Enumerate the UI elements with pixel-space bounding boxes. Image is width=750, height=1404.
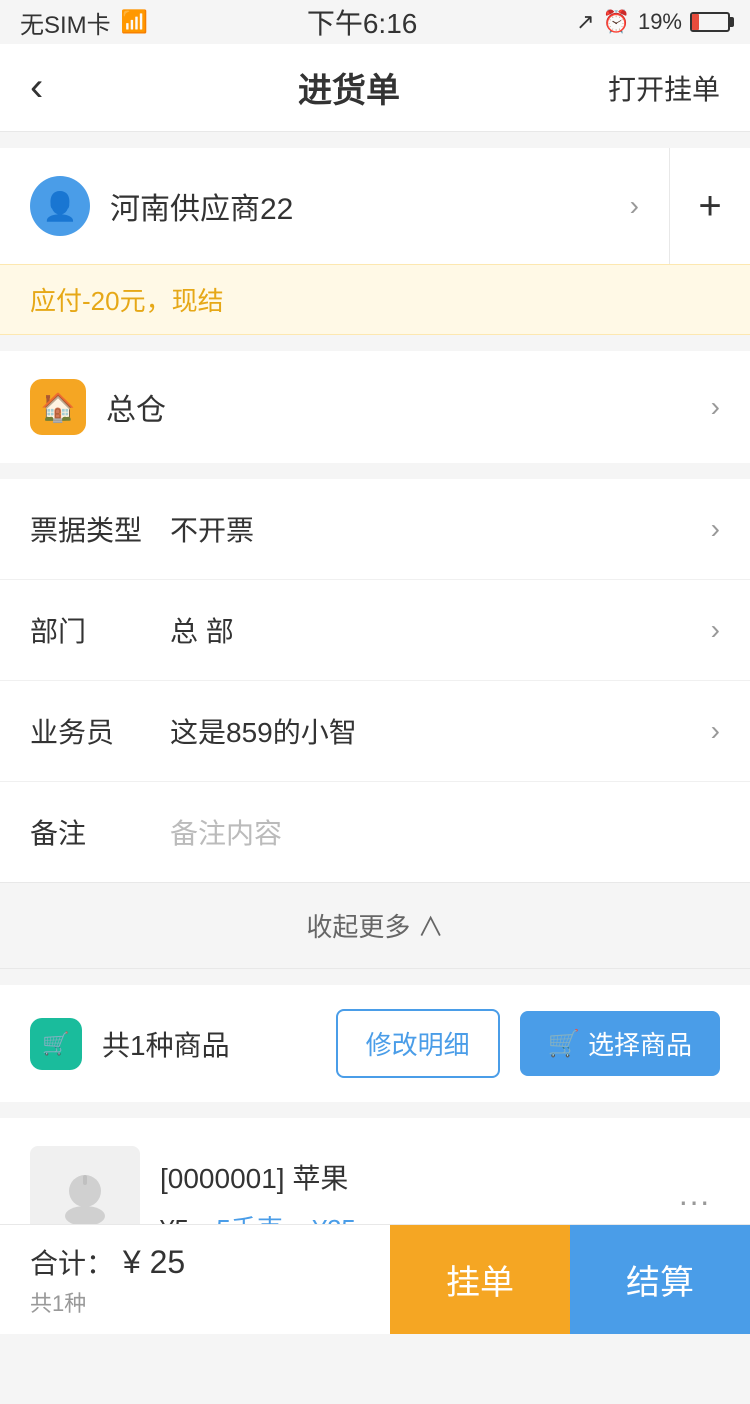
select-product-icon: 🛒 [548, 1028, 580, 1059]
alarm-icon: ⏰ [603, 9, 630, 35]
total-label: 合计： [30, 1248, 114, 1279]
warning-banner: 应付-20元，现结 [0, 264, 750, 335]
edit-detail-button[interactable]: 修改明细 [336, 1009, 500, 1078]
divider-1 [0, 132, 750, 148]
invoice-chevron-icon: › [711, 513, 720, 545]
wifi-icon: 📶 [121, 9, 148, 35]
total-value: ¥ 25 [123, 1244, 185, 1280]
checkout-button[interactable]: 结算 [570, 1225, 750, 1334]
products-count: 共1种商品 [102, 1024, 316, 1064]
salesperson-row[interactable]: 业务员 这是859的小智 › [0, 681, 750, 782]
remark-placeholder: 备注内容 [170, 812, 720, 852]
product-more-button[interactable]: ··· [668, 1173, 720, 1230]
products-header: 🛒 共1种商品 修改明细 🛒 选择商品 [0, 985, 750, 1102]
product-name: [0000001] 苹果 [160, 1157, 648, 1197]
collapse-row[interactable]: 收起更多 ∧ [0, 882, 750, 969]
dept-value: 总 部 [170, 610, 701, 650]
location-icon: ↗ [576, 9, 594, 35]
total-count: 共1种 [30, 1286, 360, 1318]
bottom-total: 合计： ¥ 25 共1种 [0, 1225, 390, 1334]
invoice-value: 不开票 [170, 509, 701, 549]
remark-row[interactable]: 备注 备注内容 [0, 782, 750, 882]
select-product-label: 选择商品 [588, 1025, 692, 1062]
supplier-avatar: 👤 [30, 176, 90, 236]
product-code: [0000001] [160, 1163, 285, 1194]
warehouse-name: 总仓 [106, 385, 701, 429]
supplier-section: 👤 河南供应商22 › + [0, 148, 750, 264]
invoice-type-row[interactable]: 票据类型 不开票 › [0, 479, 750, 580]
dept-chevron-icon: › [711, 614, 720, 646]
salesperson-label: 业务员 [30, 711, 150, 751]
status-time: 下午6:16 [307, 2, 418, 42]
select-product-button[interactable]: 🛒 选择商品 [520, 1011, 720, 1076]
status-bar: 无SIM卡 📶 下午6:16 ↗ ⏰ 19% [0, 0, 750, 44]
invoice-label: 票据类型 [30, 509, 150, 549]
page-title: 进货单 [298, 63, 400, 112]
bottom-bar: 合计： ¥ 25 共1种 挂单 结算 [0, 1224, 750, 1334]
main-content: 👤 河南供应商22 › + 应付-20元，现结 🏠 总仓 › 票据类型 不开票 … [0, 132, 750, 1404]
avatar-icon: 👤 [43, 190, 78, 223]
salesperson-chevron-icon: › [711, 715, 720, 747]
total-amount: 合计： ¥ 25 [30, 1242, 360, 1282]
carrier-label: 无SIM卡 [20, 5, 111, 40]
supplier-name: 河南供应商22 [110, 184, 620, 228]
warehouse-section[interactable]: 🏠 总仓 › [0, 351, 750, 463]
nav-bar: ‹ 进货单 打开挂单 [0, 44, 750, 132]
warehouse-chevron-icon: › [711, 391, 720, 423]
collapse-label: 收起更多 ∧ [306, 907, 443, 944]
supplier-row[interactable]: 👤 河南供应商22 › [0, 148, 670, 264]
dept-label: 部门 [30, 610, 150, 650]
status-left: 无SIM卡 📶 [20, 5, 148, 40]
add-supplier-button[interactable]: + [670, 156, 750, 257]
dept-row[interactable]: 部门 总 部 › [0, 580, 750, 681]
salesperson-value: 这是859的小智 [170, 711, 701, 751]
open-hang-button[interactable]: 打开挂单 [608, 68, 720, 108]
warning-text: 应付-20元，现结 [30, 286, 224, 316]
products-icon: 🛒 [30, 1018, 82, 1070]
hang-button[interactable]: 挂单 [390, 1225, 570, 1334]
form-section: 票据类型 不开票 › 部门 总 部 › 业务员 这是859的小智 › 备注 备注… [0, 479, 750, 882]
product-title: 苹果 [292, 1163, 348, 1194]
supplier-chevron-icon: › [630, 190, 639, 222]
battery-icon [690, 12, 730, 32]
status-right: ↗ ⏰ 19% [576, 9, 730, 35]
warehouse-icon: 🏠 [30, 379, 86, 435]
back-button[interactable]: ‹ [30, 65, 90, 110]
remark-label: 备注 [30, 812, 150, 852]
battery-percent: 19% [638, 9, 682, 35]
